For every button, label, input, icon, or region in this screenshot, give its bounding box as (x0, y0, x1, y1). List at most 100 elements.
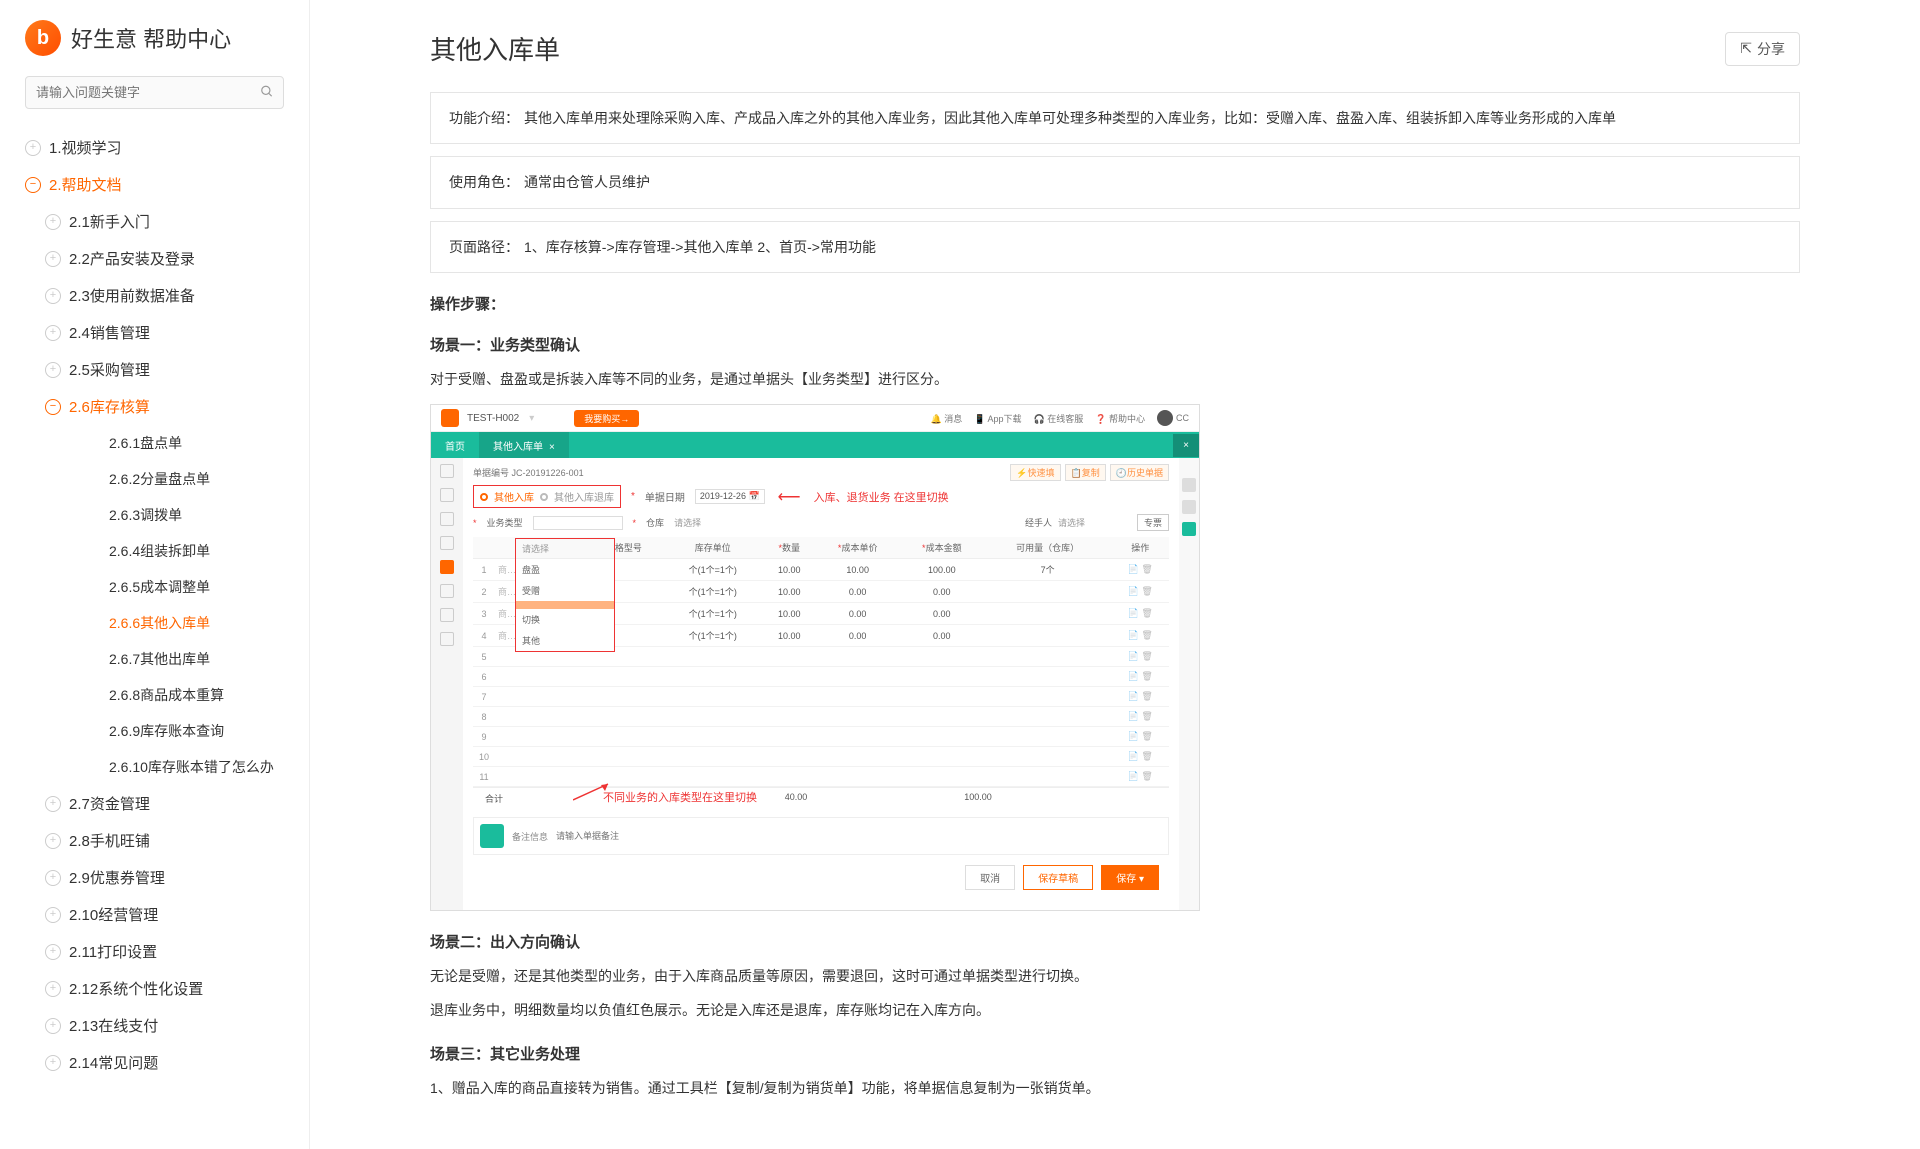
nav-2-8[interactable]: 2.8手机旺铺 (45, 822, 284, 859)
table-row[interactable]: 7📄 🗑 (473, 687, 1169, 707)
dd-item[interactable]: 盘盈 (516, 559, 614, 580)
scene1-text: 对于受赠、盘盈或是拆装入库等不同的业务，是通过单据头【业务类型】进行区分。 (430, 367, 1800, 392)
nav-2-6-1[interactable]: 2.6.1盘点单 (85, 425, 284, 461)
cancel-button[interactable]: 取消 (965, 865, 1015, 890)
nav-2-11[interactable]: 2.11打印设置 (45, 933, 284, 970)
plus-icon (45, 1018, 61, 1034)
minus-icon (25, 177, 41, 193)
nav-2-3[interactable]: 2.3使用前数据准备 (45, 277, 284, 314)
rail-icon[interactable] (440, 488, 454, 502)
top-app[interactable]: 📱 App下载 (974, 412, 1021, 425)
plus-icon (25, 140, 41, 156)
note-input[interactable] (556, 831, 1162, 841)
nav-docs[interactable]: 2.帮助文档 (25, 166, 284, 203)
tab-other-in[interactable]: 其他入库单× (479, 432, 569, 459)
plus-icon (45, 870, 61, 886)
rail-icon[interactable] (440, 632, 454, 646)
nav-2-14[interactable]: 2.14常见问题 (45, 1044, 284, 1081)
biztype-select[interactable] (533, 516, 623, 530)
plus-icon (45, 214, 61, 230)
search-box (25, 76, 284, 109)
copy-button[interactable]: 📋复制 (1065, 464, 1106, 481)
info-role: 使用角色：通常由仓管人员维护 (430, 156, 1800, 208)
nav-2-6[interactable]: 2.6库存核算 (45, 388, 284, 425)
nav-2-5[interactable]: 2.5采购管理 (45, 351, 284, 388)
nav-2-9[interactable]: 2.9优惠券管理 (45, 859, 284, 896)
nav-2-10[interactable]: 2.10经营管理 (45, 896, 284, 933)
buy-button[interactable]: 我要购买→ (574, 410, 639, 427)
plus-icon (45, 251, 61, 267)
nav-2-4[interactable]: 2.4销售管理 (45, 314, 284, 351)
plus-icon (45, 833, 61, 849)
top-avatar[interactable]: CC (1157, 410, 1189, 426)
biztype-dropdown: 请选择 盘盈 受赠 切换 其他 (515, 538, 615, 652)
note-icon (480, 824, 504, 848)
dd-item[interactable]: 受赠 (516, 580, 614, 601)
table-row[interactable]: 10📄 🗑 (473, 747, 1169, 767)
search-input[interactable] (25, 76, 284, 109)
annotation-1: 入库、退货业务 在这里切换 (814, 489, 949, 505)
rail-icon[interactable] (440, 536, 454, 550)
embedded-screenshot: TEST-H002 ▾ 我要购买→ 🔔 消息 📱 App下载 🎧 在线客服 ❓ … (430, 404, 1200, 911)
scene2-heading: 场景二：出入方向确认 (430, 931, 1800, 952)
date-input[interactable]: 2019-12-26 📅 (695, 489, 765, 504)
nav-2-6-10[interactable]: 2.6.10库存账本错了怎么办 (85, 749, 284, 785)
side-icon[interactable] (1182, 522, 1196, 536)
logo-text: 好生意 帮助中心 (71, 22, 231, 54)
left-rail (431, 458, 463, 910)
nav-2-2[interactable]: 2.2产品安装及登录 (45, 240, 284, 277)
top-msg[interactable]: 🔔 消息 (931, 412, 963, 425)
side-icon[interactable] (1182, 478, 1196, 492)
nav-2-6-5[interactable]: 2.6.5成本调整单 (85, 569, 284, 605)
nav-2-13[interactable]: 2.13在线支付 (45, 1007, 284, 1044)
side-icon[interactable] (1182, 500, 1196, 514)
sidebar: b 好生意 帮助中心 1.视频学习 2.帮助文档 2.1新手入门 2.2产品安装… (0, 0, 310, 1149)
tab-home[interactable]: 首页 (431, 432, 479, 459)
top-help[interactable]: ❓ 帮助中心 (1095, 412, 1145, 425)
scene3-text: 1、赠品入库的商品直接转为销售。通过工具栏【复制/复制为销货单】功能，将单据信息… (430, 1076, 1800, 1101)
save-draft-button[interactable]: 保存草稿 (1023, 865, 1093, 890)
history-button[interactable]: 🕘历史单据 (1110, 464, 1169, 481)
page-title: 其他入库单 (430, 30, 560, 67)
type-switch-box: 其他入库 其他入库退库 (473, 485, 621, 508)
mini-logo-icon (441, 409, 459, 427)
nav-2-6-6[interactable]: 2.6.6其他入库单 (85, 605, 284, 641)
search-icon[interactable] (260, 84, 274, 101)
scene2-text1: 无论是受赠，还是其他类型的业务，由于入库商品质量等原因，需要退回，这时可通过单据… (430, 964, 1800, 989)
nav-2-6-4[interactable]: 2.6.4组装拆卸单 (85, 533, 284, 569)
nav-2-1[interactable]: 2.1新手入门 (45, 203, 284, 240)
table-row[interactable]: 9📄 🗑 (473, 727, 1169, 747)
share-button[interactable]: ⇱ 分享 (1725, 32, 1800, 66)
nav-2-6-2[interactable]: 2.6.2分量盘点单 (85, 461, 284, 497)
radio-return[interactable] (540, 493, 548, 501)
save-button[interactable]: 保存 ▾ (1101, 865, 1159, 890)
nav-2-6-9[interactable]: 2.6.9库存账本查询 (85, 713, 284, 749)
quick-fill-button[interactable]: ⚡快速填 (1010, 464, 1060, 481)
rail-icon[interactable] (440, 560, 454, 574)
logo-icon: b (25, 20, 61, 56)
tabs-close-icon[interactable]: × (1173, 434, 1199, 457)
top-service[interactable]: 🎧 在线客服 (1034, 412, 1084, 425)
dd-item[interactable]: 切换 (516, 609, 614, 630)
nav-2-7[interactable]: 2.7资金管理 (45, 785, 284, 822)
rail-icon[interactable] (440, 464, 454, 478)
minus-icon (45, 399, 61, 415)
plus-icon (45, 944, 61, 960)
rail-icon[interactable] (440, 608, 454, 622)
nav-2-6-3[interactable]: 2.6.3调拨单 (85, 497, 284, 533)
rail-icon[interactable] (440, 512, 454, 526)
nav-2-6-8[interactable]: 2.6.8商品成本重算 (85, 677, 284, 713)
invoice-button[interactable]: 专票 (1137, 514, 1169, 531)
nav-2-12[interactable]: 2.12系统个性化设置 (45, 970, 284, 1007)
rail-icon[interactable] (440, 584, 454, 598)
annotation-2: 不同业务的入库类型在这里切换 (603, 789, 757, 805)
dd-item[interactable]: 其他 (516, 630, 614, 651)
table-row[interactable]: 6📄 🗑 (473, 667, 1169, 687)
radio-in[interactable] (480, 493, 488, 501)
table-row[interactable]: 8📄 🗑 (473, 707, 1169, 727)
nav-video[interactable]: 1.视频学习 (25, 129, 284, 166)
nav-2-6-7[interactable]: 2.6.7其他出库单 (85, 641, 284, 677)
logo: b 好生意 帮助中心 (25, 20, 284, 56)
dd-item[interactable] (516, 601, 614, 609)
share-icon: ⇱ (1740, 40, 1752, 57)
